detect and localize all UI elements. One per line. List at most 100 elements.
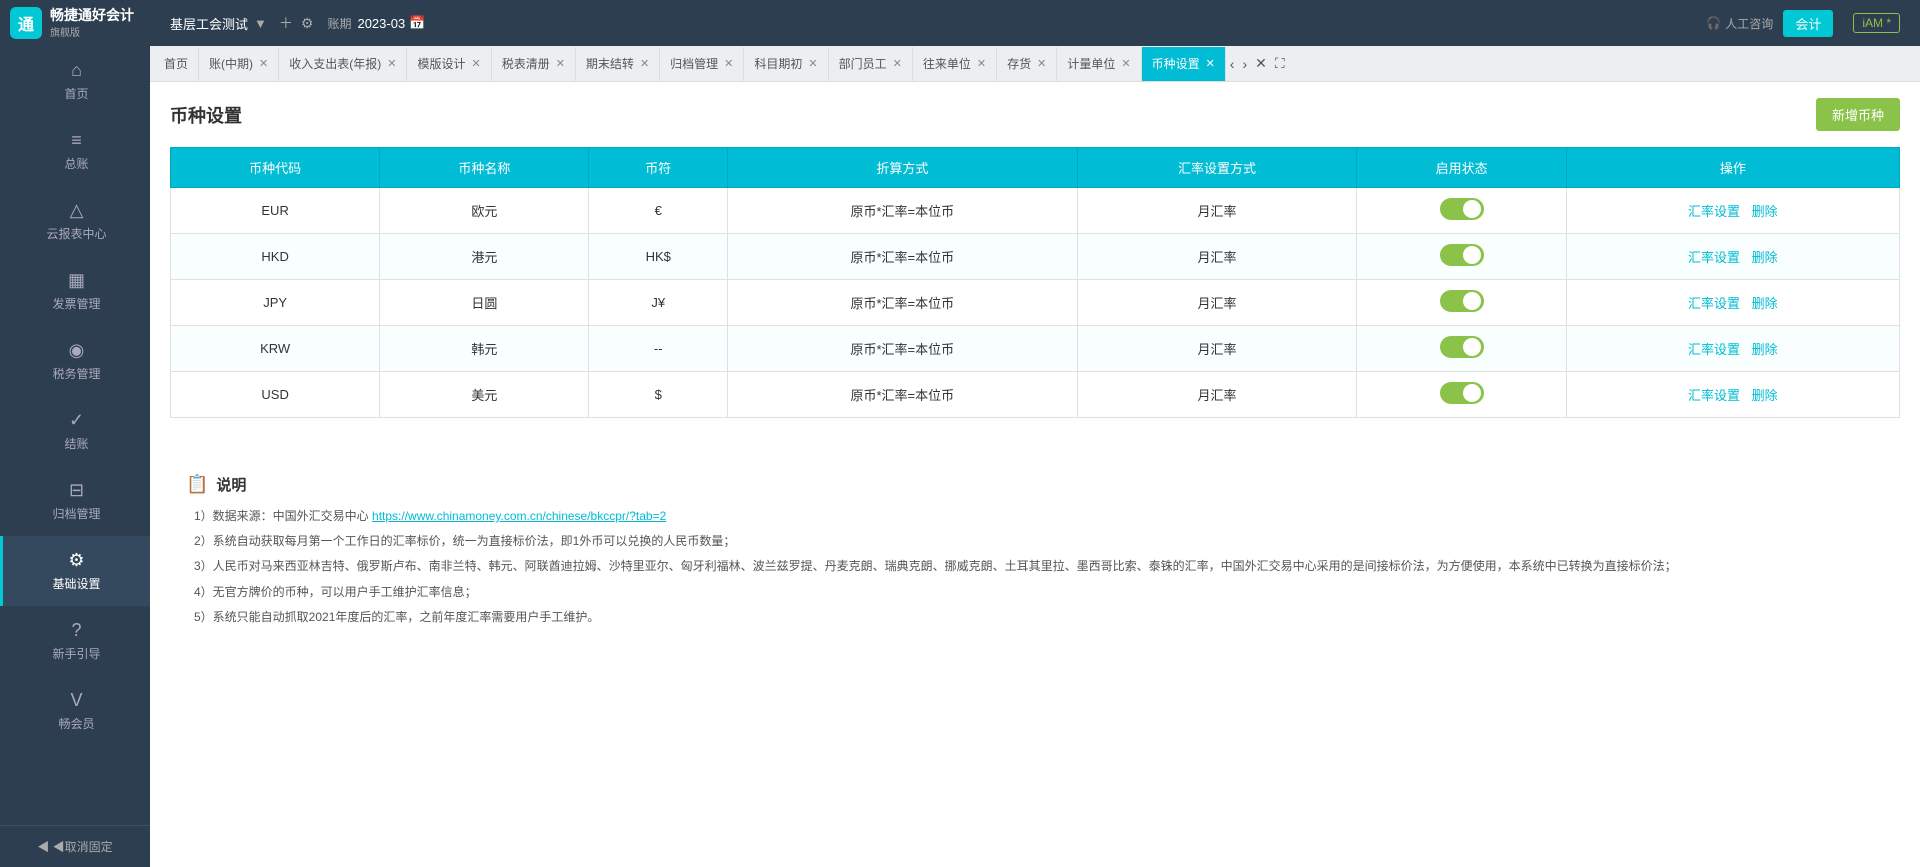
sidebar-settings-label: 基础设置 xyxy=(52,575,100,592)
guide-icon: ? xyxy=(71,620,81,641)
cell-symbol: J¥ xyxy=(589,280,728,326)
workspace-dropdown-icon[interactable]: ▼ xyxy=(254,16,267,31)
rate-setting-link-JPY[interactable]: 汇率设置 xyxy=(1688,296,1740,311)
delete-link-EUR[interactable]: 删除 xyxy=(1752,204,1778,219)
tab-archive-label: 归档管理 xyxy=(670,55,718,72)
new-currency-button[interactable]: 新增币种 xyxy=(1816,98,1900,131)
tab-template[interactable]: 模版设计 ✕ xyxy=(407,47,491,81)
tab-currency-close[interactable]: ✕ xyxy=(1206,57,1215,70)
sidebar-item-archive[interactable]: ⊟ 归档管理 xyxy=(0,466,150,536)
tab-inventory-close[interactable]: ✕ xyxy=(1037,57,1046,70)
tab-accounting[interactable]: 账(中期) ✕ xyxy=(199,47,279,81)
sidebar-member-label: 畅会员 xyxy=(58,715,94,732)
tab-customer-close[interactable]: ✕ xyxy=(977,57,986,70)
notes-url-link[interactable]: https://www.chinamoney.com.cn/chinese/bk… xyxy=(372,509,666,523)
cell-code: EUR xyxy=(171,188,380,234)
home-icon: ⌂ xyxy=(71,60,82,81)
tab-income[interactable]: 收入支出表(年报) ✕ xyxy=(279,47,407,81)
tab-period-end-close[interactable]: ✕ xyxy=(640,57,649,70)
cell-action: 汇率设置 删除 xyxy=(1566,234,1899,280)
workspace-name[interactable]: 基层工会测试 xyxy=(170,14,248,33)
tab-next-button[interactable]: › xyxy=(1238,52,1251,76)
cell-code: HKD xyxy=(171,234,380,280)
col-code: 币种代码 xyxy=(171,148,380,188)
sidebar-item-ledger[interactable]: ≡ 总账 xyxy=(0,116,150,186)
cell-code: KRW xyxy=(171,326,380,372)
col-action: 操作 xyxy=(1566,148,1899,188)
add-workspace-icon[interactable]: ＋ xyxy=(279,13,293,33)
table-row: KRW 韩元 -- 原币*汇率=本位币 月汇率 汇率设置 删除 xyxy=(171,326,1900,372)
tab-archive[interactable]: 归档管理 ✕ xyxy=(660,47,744,81)
tab-inventory[interactable]: 存货 ✕ xyxy=(997,47,1057,81)
tab-accounting-close[interactable]: ✕ xyxy=(259,57,268,70)
tab-close-all-button[interactable]: ✕ xyxy=(1251,51,1271,76)
sidebar-item-tax[interactable]: ◉ 税务管理 xyxy=(0,326,150,396)
notes-item: 5）系统只能自动抓取2021年度后的汇率，之前年度汇率需要用户手工维护。 xyxy=(194,608,1884,627)
account-button[interactable]: 会计 xyxy=(1783,10,1833,37)
tab-prev-button[interactable]: ‹ xyxy=(1226,52,1239,76)
tab-unit[interactable]: 计量单位 ✕ xyxy=(1057,47,1141,81)
tab-tax[interactable]: 税表清册 ✕ xyxy=(492,47,576,81)
rate-setting-link-KRW[interactable]: 汇率设置 xyxy=(1688,342,1740,357)
tab-period-end[interactable]: 期末结转 ✕ xyxy=(576,47,660,81)
sidebar-item-checkout[interactable]: ✓ 结账 xyxy=(0,396,150,466)
delete-link-KRW[interactable]: 删除 xyxy=(1752,342,1778,357)
sidebar-item-reports[interactable]: △ 云报表中心 xyxy=(0,186,150,256)
sidebar-home-label: 首页 xyxy=(64,85,88,102)
cell-rate-method: 月汇率 xyxy=(1077,326,1357,372)
cell-code: USD xyxy=(171,372,380,418)
toggle-switch-JPY[interactable] xyxy=(1440,290,1484,312)
toggle-switch-KRW[interactable] xyxy=(1440,336,1484,358)
iab-badge[interactable]: iAM * xyxy=(1853,13,1900,33)
tab-customer[interactable]: 往来单位 ✕ xyxy=(913,47,997,81)
table-header-row: 币种代码 币种名称 币符 折算方式 汇率设置方式 启用状态 操作 xyxy=(171,148,1900,188)
cell-action: 汇率设置 删除 xyxy=(1566,372,1899,418)
toggle-switch-HKD[interactable] xyxy=(1440,244,1484,266)
rate-setting-link-USD[interactable]: 汇率设置 xyxy=(1688,388,1740,403)
tab-fullscreen-button[interactable]: ⛶ xyxy=(1271,51,1289,76)
tab-subject-label: 科目期初 xyxy=(754,55,802,72)
sidebar-item-member[interactable]: V 畅会员 xyxy=(0,676,150,746)
tab-department-close[interactable]: ✕ xyxy=(893,57,902,70)
collapse-label: ◀取消固定 xyxy=(53,840,113,854)
tab-department[interactable]: 部门员工 ✕ xyxy=(829,47,913,81)
period-label: 账期 xyxy=(327,15,351,32)
member-icon: V xyxy=(70,690,82,711)
settings-gear-icon[interactable]: ⚙ xyxy=(301,15,314,32)
tab-home[interactable]: 首页 xyxy=(154,47,199,81)
calendar-icon[interactable]: 📅 xyxy=(409,15,425,31)
toggle-switch-EUR[interactable] xyxy=(1440,198,1484,220)
help-button[interactable]: 🎧 人工咨询 xyxy=(1706,15,1773,32)
tab-subject[interactable]: 科目期初 ✕ xyxy=(744,47,828,81)
delete-link-USD[interactable]: 删除 xyxy=(1752,388,1778,403)
tab-bar: 首页 账(中期) ✕ 收入支出表(年报) ✕ 模版设计 ✕ 税表清册 ✕ xyxy=(150,46,1920,82)
tab-unit-close[interactable]: ✕ xyxy=(1121,57,1130,70)
tab-template-close[interactable]: ✕ xyxy=(471,57,480,70)
toggle-switch-USD[interactable] xyxy=(1440,382,1484,404)
cell-calc: 原币*汇率=本位币 xyxy=(728,188,1078,234)
delete-link-JPY[interactable]: 删除 xyxy=(1752,296,1778,311)
rate-setting-link-HKD[interactable]: 汇率设置 xyxy=(1688,250,1740,265)
tab-subject-close[interactable]: ✕ xyxy=(808,57,817,70)
sidebar-item-home[interactable]: ⌂ 首页 xyxy=(0,46,150,116)
cell-status xyxy=(1357,372,1566,418)
sidebar-item-invoice[interactable]: ▦ 发票管理 xyxy=(0,256,150,326)
top-bar: 通 畅捷通好会计 旗舰版 基层工会测试 ▼ ＋ ⚙ 账期 2023-03 📅 🎧… xyxy=(0,0,1920,46)
tab-tax-close[interactable]: ✕ xyxy=(556,57,565,70)
sidebar-collapse-button[interactable]: ◀ ◀取消固定 xyxy=(0,825,150,867)
cell-calc: 原币*汇率=本位币 xyxy=(728,280,1078,326)
tab-archive-close[interactable]: ✕ xyxy=(724,57,733,70)
tab-income-close[interactable]: ✕ xyxy=(387,57,396,70)
sidebar: ⌂ 首页 ≡ 总账 △ 云报表中心 ▦ 发票管理 ◉ 税务管理 ✓ 结账 xyxy=(0,46,150,867)
help-label: 人工咨询 xyxy=(1725,15,1773,32)
rate-setting-link-EUR[interactable]: 汇率设置 xyxy=(1688,204,1740,219)
tab-currency[interactable]: 币种设置 ✕ xyxy=(1142,47,1226,81)
cell-action: 汇率设置 删除 xyxy=(1566,326,1899,372)
sidebar-item-guide[interactable]: ? 新手引导 xyxy=(0,606,150,676)
delete-link-HKD[interactable]: 删除 xyxy=(1752,250,1778,265)
tab-template-label: 模版设计 xyxy=(417,55,465,72)
cell-name: 日圆 xyxy=(380,280,589,326)
table-row: JPY 日圆 J¥ 原币*汇率=本位币 月汇率 汇率设置 删除 xyxy=(171,280,1900,326)
notes-icon: 📋 xyxy=(186,474,208,495)
sidebar-item-settings[interactable]: ⚙ 基础设置 xyxy=(0,536,150,606)
